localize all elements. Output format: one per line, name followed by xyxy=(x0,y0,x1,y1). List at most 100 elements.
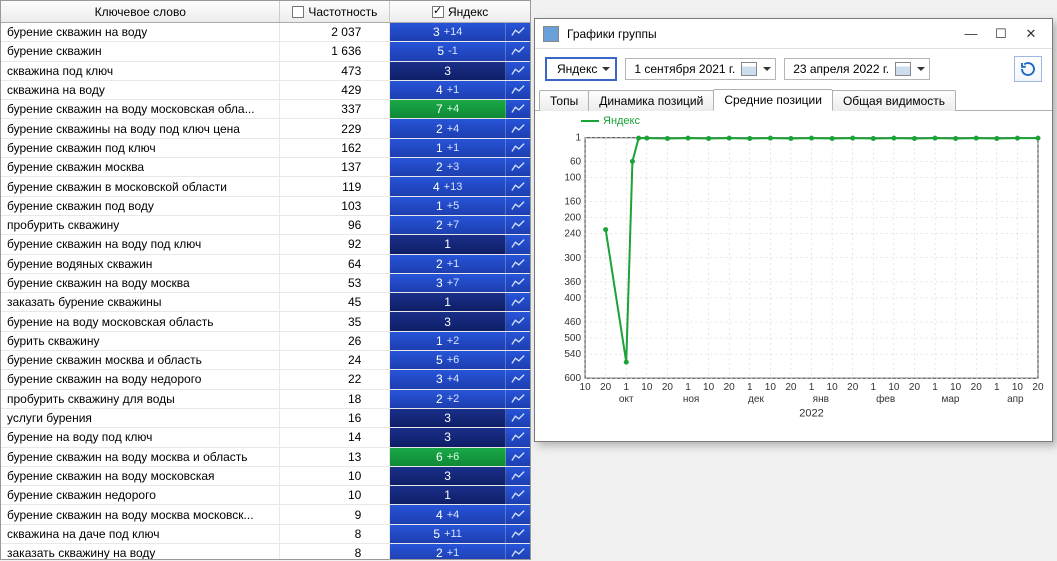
keyword-cell: бурение скважин в московской области xyxy=(1,177,280,195)
row-chart-button[interactable] xyxy=(506,42,530,60)
row-chart-button[interactable] xyxy=(506,312,530,330)
row-chart-button[interactable] xyxy=(506,428,530,446)
svg-text:400: 400 xyxy=(564,293,581,304)
table-row[interactable]: бурение на воду под ключ143 xyxy=(1,428,530,447)
row-chart-button[interactable] xyxy=(506,23,530,41)
row-chart-button[interactable] xyxy=(506,370,530,388)
row-chart-button[interactable] xyxy=(506,505,530,523)
table-row[interactable]: бурение скважин под ключ1621+1 xyxy=(1,139,530,158)
maximize-button[interactable]: ☐ xyxy=(986,23,1016,45)
rank-cell: 3+7 xyxy=(390,274,530,292)
table-row[interactable]: бурение скважин на воду недорого223+4 xyxy=(1,370,530,389)
table-row[interactable]: бурение скважин на воду под ключ921 xyxy=(1,235,530,254)
table-row[interactable]: услуги бурения163 xyxy=(1,409,530,428)
table-row[interactable]: бурение на воду московская область353 xyxy=(1,312,530,331)
row-chart-button[interactable] xyxy=(506,544,530,560)
frequency-cell: 10 xyxy=(280,467,390,485)
frequency-cell: 103 xyxy=(280,197,390,215)
table-row[interactable]: скважина на воду4294+1 xyxy=(1,81,530,100)
tab-0[interactable]: Топы xyxy=(539,90,589,111)
row-chart-button[interactable] xyxy=(506,216,530,234)
keyword-cell: заказать скважину на воду xyxy=(1,544,280,560)
frequency-cell: 337 xyxy=(280,100,390,118)
row-chart-button[interactable] xyxy=(506,332,530,350)
table-row[interactable]: скважина на даче под ключ85+11 xyxy=(1,525,530,544)
frequency-cell: 14 xyxy=(280,428,390,446)
svg-text:дек: дек xyxy=(748,394,764,405)
rank-cell: 5-1 xyxy=(390,42,530,60)
svg-text:100: 100 xyxy=(564,172,581,183)
row-chart-button[interactable] xyxy=(506,293,530,311)
tab-2[interactable]: Средние позиции xyxy=(713,89,833,111)
close-button[interactable]: ✕ xyxy=(1016,23,1046,45)
row-chart-button[interactable] xyxy=(506,139,530,157)
rank-cell: 6+6 xyxy=(390,448,530,466)
table-row[interactable]: скважина под ключ4733 xyxy=(1,62,530,81)
frequency-cell: 137 xyxy=(280,158,390,176)
rank-cell: 4+4 xyxy=(390,505,530,523)
row-chart-button[interactable] xyxy=(506,197,530,215)
rank-badge: 4+4 xyxy=(390,505,506,523)
rank-badge: 3 xyxy=(390,428,506,446)
rank-cell: 1 xyxy=(390,235,530,253)
table-row[interactable]: бурение скважин москва и область245+6 xyxy=(1,351,530,370)
row-chart-button[interactable] xyxy=(506,235,530,253)
date-to-picker[interactable]: 23 апреля 2022 г. xyxy=(784,58,930,80)
frequency-checkbox[interactable] xyxy=(292,6,304,18)
row-chart-button[interactable] xyxy=(506,448,530,466)
keyword-cell: бурить скважину xyxy=(1,332,280,350)
table-row[interactable]: заказать бурение скважины451 xyxy=(1,293,530,312)
rank-badge: 3+7 xyxy=(390,274,506,292)
rank-badge: 1 xyxy=(390,486,506,504)
titlebar[interactable]: Графики группы — ☐ ✕ xyxy=(535,19,1052,49)
row-chart-button[interactable] xyxy=(506,158,530,176)
table-row[interactable]: пробурить скважину962+7 xyxy=(1,216,530,235)
row-chart-button[interactable] xyxy=(506,525,530,543)
table-row[interactable]: заказать скважину на воду82+1 xyxy=(1,544,530,560)
table-row[interactable]: бурение скважин на воду москва московск.… xyxy=(1,505,530,524)
col-header-keyword[interactable]: Ключевое слово xyxy=(1,1,280,22)
svg-text:10: 10 xyxy=(1012,382,1024,393)
table-row[interactable]: бурение скважин под воду1031+5 xyxy=(1,197,530,216)
row-chart-button[interactable] xyxy=(506,119,530,137)
tab-3[interactable]: Общая видимость xyxy=(832,90,956,111)
table-row[interactable]: бурение скважины на воду под ключ цена22… xyxy=(1,119,530,138)
frequency-cell: 8 xyxy=(280,525,390,543)
row-chart-button[interactable] xyxy=(506,467,530,485)
keyword-cell: бурение скважин на воду москва московск.… xyxy=(1,505,280,523)
row-chart-button[interactable] xyxy=(506,351,530,369)
table-row[interactable]: бурение скважин недорого101 xyxy=(1,486,530,505)
table-row[interactable]: бурить скважину261+2 xyxy=(1,332,530,351)
row-chart-button[interactable] xyxy=(506,274,530,292)
minimize-button[interactable]: — xyxy=(956,23,986,45)
refresh-button[interactable] xyxy=(1014,56,1042,82)
rank-cell: 3 xyxy=(390,312,530,330)
row-chart-button[interactable] xyxy=(506,62,530,80)
rank-badge: 4+1 xyxy=(390,81,506,99)
keyword-cell: бурение скважин под ключ xyxy=(1,139,280,157)
date-from-picker[interactable]: 1 сентября 2021 г. xyxy=(625,58,776,80)
row-chart-button[interactable] xyxy=(506,390,530,408)
yandex-checkbox[interactable] xyxy=(432,6,444,18)
table-row[interactable]: бурение скважин в московской области1194… xyxy=(1,177,530,196)
table-row[interactable]: бурение скважин1 6365-1 xyxy=(1,42,530,61)
table-row[interactable]: пробурить скважину для воды182+2 xyxy=(1,390,530,409)
table-row[interactable]: бурение скважин на воду2 0373+14 xyxy=(1,23,530,42)
row-chart-button[interactable] xyxy=(506,409,530,427)
tab-1[interactable]: Динамика позиций xyxy=(588,90,714,111)
row-chart-button[interactable] xyxy=(506,486,530,504)
table-row[interactable]: бурение скважин на воду московская обла.… xyxy=(1,100,530,119)
col-header-frequency[interactable]: Частотность xyxy=(280,1,390,22)
row-chart-button[interactable] xyxy=(506,100,530,118)
row-chart-button[interactable] xyxy=(506,81,530,99)
engine-dropdown[interactable]: Яндекс xyxy=(545,57,617,81)
table-row[interactable]: бурение скважин на воду москва и область… xyxy=(1,448,530,467)
col-header-yandex[interactable]: Яндекс xyxy=(390,1,530,22)
table-row[interactable]: бурение скважин на воду москва533+7 xyxy=(1,274,530,293)
table-row[interactable]: бурение скважин москва1372+3 xyxy=(1,158,530,177)
table-row[interactable]: бурение водяных скважин642+1 xyxy=(1,255,530,274)
row-chart-button[interactable] xyxy=(506,255,530,273)
row-chart-button[interactable] xyxy=(506,177,530,195)
table-row[interactable]: бурение скважин на воду московская103 xyxy=(1,467,530,486)
svg-text:окт: окт xyxy=(619,394,634,405)
